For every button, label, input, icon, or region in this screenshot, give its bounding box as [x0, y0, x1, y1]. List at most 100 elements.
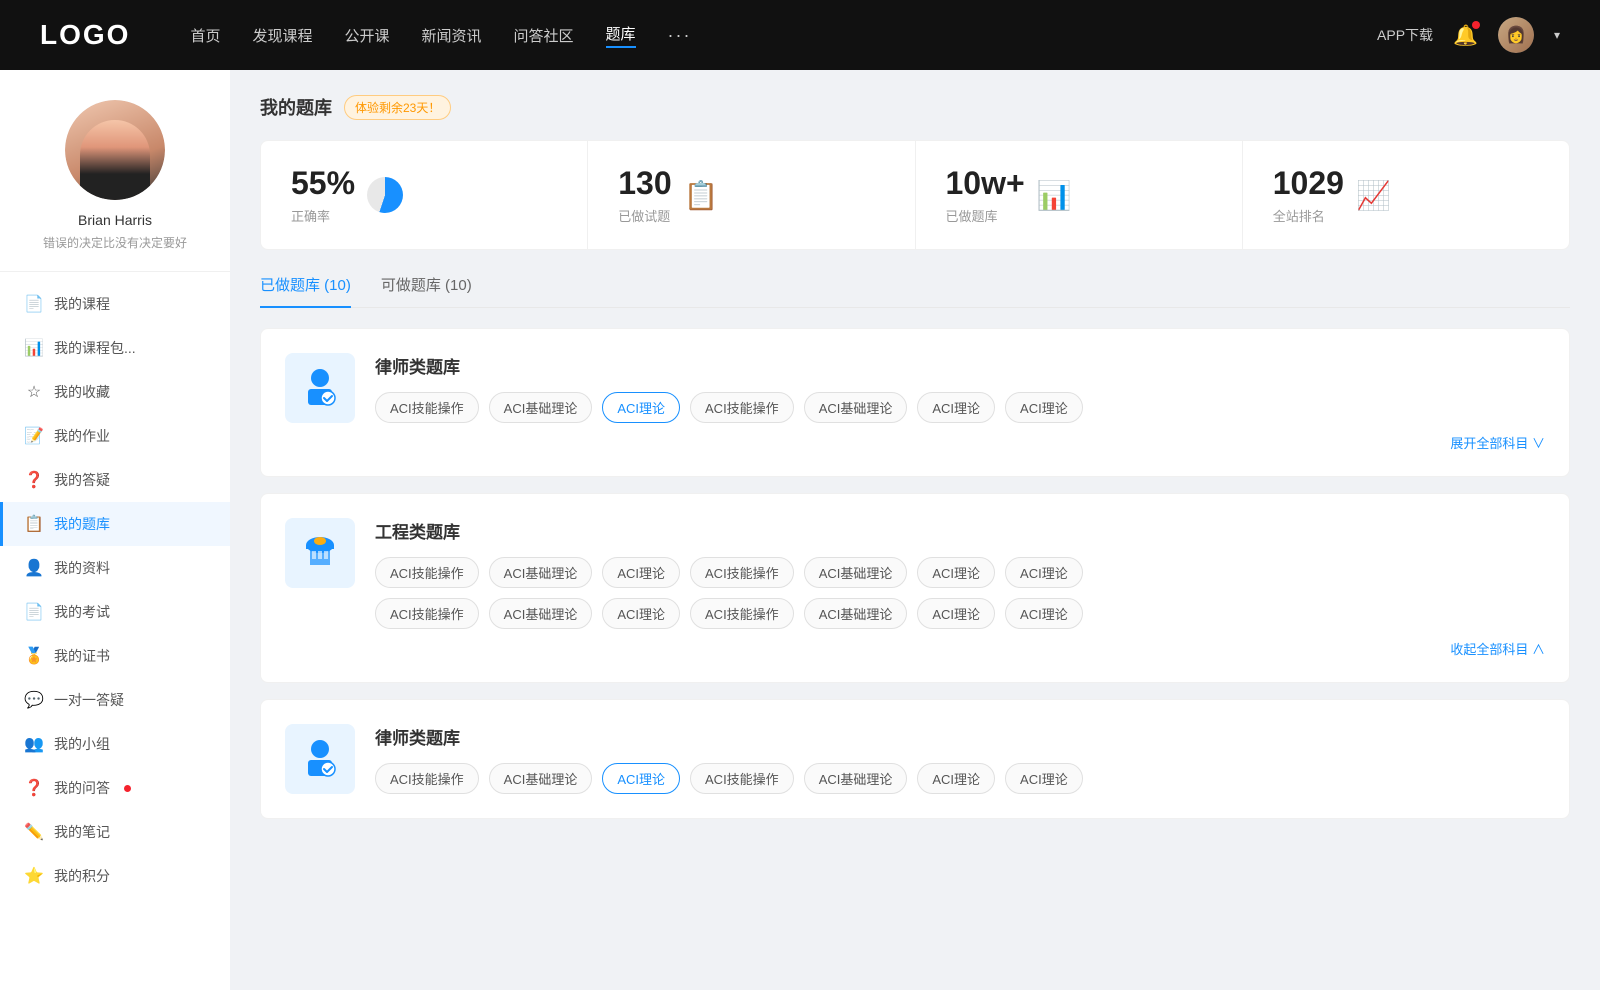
menu-icon-13: ⭐	[24, 866, 44, 886]
tag-2-6[interactable]: ACI理论	[1005, 763, 1083, 794]
bank-expand-link-0[interactable]: 展开全部科目 ∨	[1450, 433, 1545, 452]
menu-icon-2: ☆	[24, 382, 44, 402]
tag-0-2[interactable]: ACI理论	[602, 392, 680, 423]
nav-right: APP下载 🔔 👩 ▾	[1377, 17, 1560, 53]
accuracy-pie-chart	[367, 177, 403, 213]
tag-0-5[interactable]: ACI理论	[917, 392, 995, 423]
tag-2-4[interactable]: ACI基础理论	[804, 763, 908, 794]
tag-1-3[interactable]: ACI技能操作	[690, 557, 794, 588]
sidebar-menu-item-7[interactable]: 📄 我的考试	[0, 590, 230, 634]
nav-bell[interactable]: 🔔	[1453, 23, 1478, 48]
sidebar-menu-item-13[interactable]: ⭐ 我的积分	[0, 854, 230, 898]
tag-row2-1-5[interactable]: ACI理论	[917, 598, 995, 629]
tag-1-0[interactable]: ACI技能操作	[375, 557, 479, 588]
nav-more[interactable]: ···	[668, 25, 692, 46]
tag-1-6[interactable]: ACI理论	[1005, 557, 1083, 588]
tag-row2-1-4[interactable]: ACI基础理论	[804, 598, 908, 629]
tag-2-1[interactable]: ACI基础理论	[489, 763, 593, 794]
sidebar-menu-item-9[interactable]: 💬 一对一答疑	[0, 678, 230, 722]
sidebar-menu-item-4[interactable]: ❓ 我的答疑	[0, 458, 230, 502]
page-title: 我的题库	[260, 94, 332, 120]
nav-qa[interactable]: 问答社区	[514, 25, 574, 46]
sidebar-menu-item-10[interactable]: 👥 我的小组	[0, 722, 230, 766]
stats-row: 55% 正确率 130 已做试题 📋 10w+ 已做题库 📊	[260, 140, 1570, 250]
bank-tags-row1-2: ACI技能操作 ACI基础理论 ACI理论 ACI技能操作 ACI基础理论 ACI理论 AC…	[375, 763, 1545, 794]
bank-icon-0	[285, 353, 355, 423]
bank-body-2: 律师类题库 ACI技能操作ACI基础理论ACI理论ACI技能操作ACI基础理论A…	[375, 724, 1545, 794]
stat-accuracy-label: 正确率	[291, 206, 355, 225]
tag-2-3[interactable]: ACI技能操作	[690, 763, 794, 794]
bank-cards-container: 律师类题库 ACI技能操作ACI基础理论ACI理论ACI技能操作ACI基础理论A…	[260, 328, 1570, 819]
bank-title-0: 律师类题库	[375, 353, 1545, 378]
bank-body-0: 律师类题库 ACI技能操作 ACI基础理论 ACI理论 ACI技能操作 ACI基础理论 A…	[375, 353, 1545, 423]
nav-question-bank[interactable]: 题库	[606, 23, 636, 48]
stat-rank-value: 1029	[1273, 165, 1344, 202]
menu-label-9: 一对一答疑	[54, 690, 124, 710]
tab-done-banks[interactable]: 已做题库 (10)	[260, 274, 351, 307]
tag-row2-1-0[interactable]: ACI技能操作	[375, 598, 479, 629]
stat-accuracy-value: 55%	[291, 165, 355, 202]
menu-label-11: 我的问答	[54, 778, 110, 798]
nav-app-download[interactable]: APP下载	[1377, 25, 1433, 45]
tag-2-2[interactable]: ACI理论	[602, 763, 680, 794]
bank-expand-footer-1: 收起全部科目 ∧	[285, 639, 1545, 658]
tag-2-0[interactable]: ACI技能操作	[375, 763, 479, 794]
tag-2-5[interactable]: ACI理论	[917, 763, 995, 794]
bell-notification-dot	[1472, 21, 1480, 29]
bank-card-3: 律师类题库 ACI技能操作ACI基础理论ACI理论ACI技能操作ACI基础理论A…	[260, 699, 1570, 819]
menu-icon-3: 📝	[24, 426, 44, 446]
menu-label-0: 我的课程	[54, 294, 110, 314]
nav-discover[interactable]: 发现课程	[252, 25, 312, 46]
tab-available-banks[interactable]: 可做题库 (10)	[381, 274, 472, 307]
bank-expand-link-1[interactable]: 收起全部科目 ∧	[1450, 639, 1545, 658]
tag-row2-1-1[interactable]: ACI基础理论	[489, 598, 593, 629]
sidebar-menu-item-12[interactable]: ✏️ 我的笔记	[0, 810, 230, 854]
nav-open-course[interactable]: 公开课	[344, 25, 389, 46]
profile-avatar	[65, 100, 165, 200]
menu-dot-11	[124, 785, 131, 792]
sidebar-menu-item-8[interactable]: 🏅 我的证书	[0, 634, 230, 678]
menu-label-10: 我的小组	[54, 734, 110, 754]
stat-done-banks-label: 已做题库	[946, 206, 1025, 225]
bank-card-1: 律师类题库 ACI技能操作 ACI基础理论 ACI理论 ACI技能操作 ACI基础理论 A…	[260, 328, 1570, 477]
bank-card-2: 工程类题库 ACI技能操作ACI基础理论ACI理论ACI技能操作ACI基础理论A…	[260, 493, 1570, 683]
user-menu-chevron[interactable]: ▾	[1554, 28, 1560, 42]
sidebar-menu-item-11[interactable]: ❓ 我的问答	[0, 766, 230, 810]
logo: LOGO	[40, 19, 130, 51]
tag-0-6[interactable]: ACI理论	[1005, 392, 1083, 423]
tag-row2-1-2[interactable]: ACI理论	[602, 598, 680, 629]
nav-home[interactable]: 首页	[190, 25, 220, 46]
sidebar: Brian Harris 错误的决定比没有决定要好 📄 我的课程 📊 我的课程包…	[0, 70, 230, 990]
page-header: 我的题库 体验剩余23天！	[260, 94, 1570, 120]
sidebar-menu-item-5[interactable]: 📋 我的题库	[0, 502, 230, 546]
tag-0-3[interactable]: ACI技能操作	[690, 392, 794, 423]
bank-body-1: 工程类题库 ACI技能操作ACI基础理论ACI理论ACI技能操作ACI基础理论A…	[375, 518, 1545, 629]
profile-section: Brian Harris 错误的决定比没有决定要好	[0, 100, 230, 272]
sidebar-menu-item-0[interactable]: 📄 我的课程	[0, 282, 230, 326]
sidebar-menu-item-1[interactable]: 📊 我的课程包...	[0, 326, 230, 370]
tag-1-1[interactable]: ACI基础理论	[489, 557, 593, 588]
user-avatar[interactable]: 👩	[1498, 17, 1534, 53]
stat-done-questions-label: 已做试题	[618, 206, 671, 225]
tag-0-0[interactable]: ACI技能操作	[375, 392, 479, 423]
bank-icon-2	[285, 724, 355, 794]
trial-badge: 体验剩余23天！	[344, 95, 451, 120]
menu-label-12: 我的笔记	[54, 822, 110, 842]
sidebar-menu-item-6[interactable]: 👤 我的资料	[0, 546, 230, 590]
tag-0-1[interactable]: ACI基础理论	[489, 392, 593, 423]
tag-1-2[interactable]: ACI理论	[602, 557, 680, 588]
tag-0-4[interactable]: ACI基础理论	[804, 392, 908, 423]
menu-icon-1: 📊	[24, 338, 44, 358]
tag-1-4[interactable]: ACI基础理论	[804, 557, 908, 588]
menu-label-8: 我的证书	[54, 646, 110, 666]
bank-tags-row1-1: ACI技能操作 ACI基础理论 ACI理论 ACI技能操作 ACI基础理论 ACI理论 AC…	[375, 557, 1545, 588]
tag-row2-1-6[interactable]: ACI理论	[1005, 598, 1083, 629]
sidebar-menu-item-2[interactable]: ☆ 我的收藏	[0, 370, 230, 414]
menu-icon-11: ❓	[24, 778, 44, 798]
sidebar-menu-item-3[interactable]: 📝 我的作业	[0, 414, 230, 458]
doc-green-icon: 📋	[684, 179, 719, 212]
tag-row2-1-3[interactable]: ACI技能操作	[690, 598, 794, 629]
tag-1-5[interactable]: ACI理论	[917, 557, 995, 588]
nav-news[interactable]: 新闻资讯	[422, 25, 482, 46]
stat-done-questions-value: 130	[618, 165, 671, 202]
